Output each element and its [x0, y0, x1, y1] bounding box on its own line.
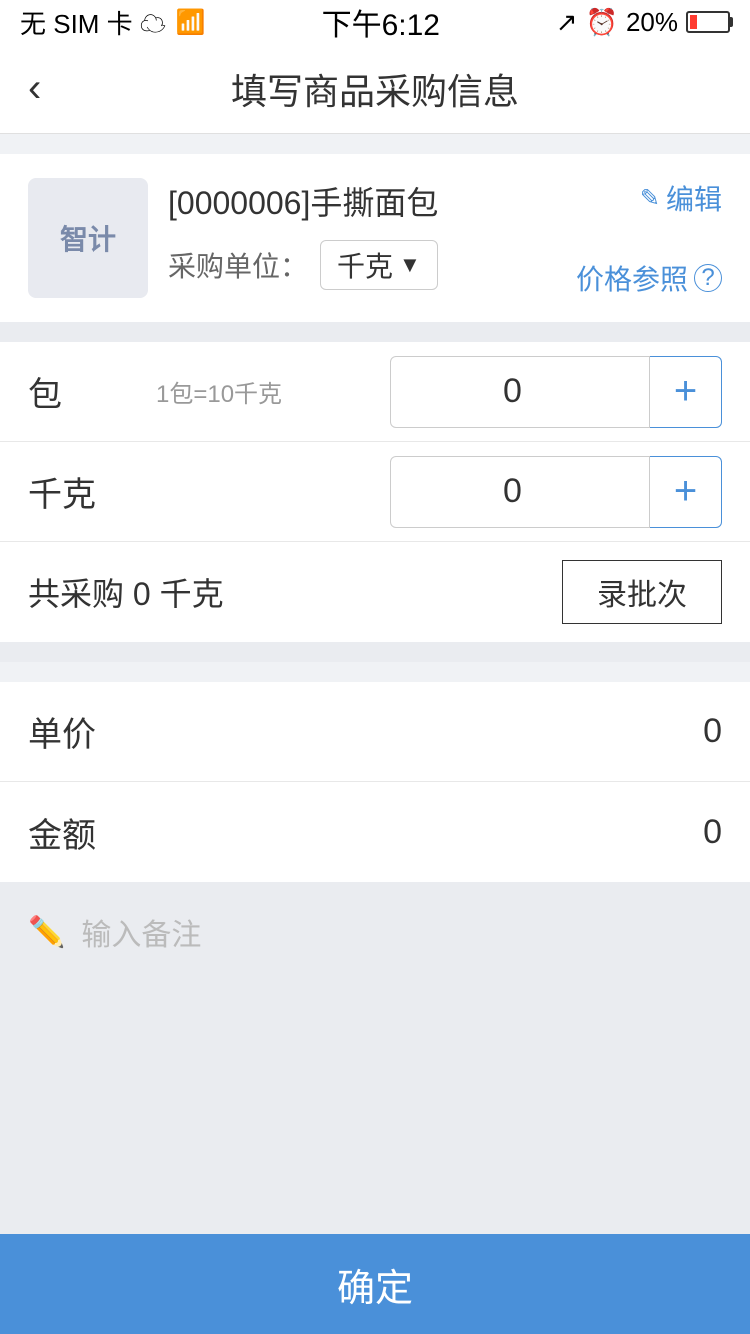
bag-input-row: 包 1包=10千克 + [0, 342, 750, 442]
price-ref-button[interactable]: 价格参照 ? [576, 258, 722, 298]
battery-icon [686, 11, 730, 33]
summary-row: 共采购 0 千克 录批次 [0, 542, 750, 642]
product-logo: 智计 [60, 218, 116, 258]
product-card: 智计 [0000006]手撕面包 采购单位： 千克 ▼ ✎ 编辑 价格参照 ? [0, 154, 750, 322]
bag-input-right: + [390, 356, 722, 428]
kg-input-right: + [390, 456, 722, 528]
kg-plus-button[interactable]: + [650, 456, 722, 528]
wifi-icon: 📶 [176, 8, 206, 37]
amount-row: 金额 0 [0, 782, 750, 882]
bag-label: 包 [28, 367, 148, 416]
status-right: ↗ ⏰ 20% [556, 7, 730, 38]
bag-quantity-input[interactable] [390, 356, 650, 428]
bag-sublabel: 1包=10千克 [156, 374, 282, 409]
unit-price-row: 单价 0 [0, 682, 750, 782]
status-bar: 无 SIM 卡 ☁ 📶 下午6:12 ↗ ⏰ 20% [0, 0, 750, 44]
purchase-unit-label: 采购单位： [168, 245, 308, 285]
kg-quantity-input[interactable] [390, 456, 650, 528]
amount-value: 0 [703, 813, 722, 852]
status-left: 无 SIM 卡 ☁ 📶 [20, 4, 206, 41]
kg-input-row: 千克 + [0, 442, 750, 542]
edit-label: 编辑 [666, 178, 722, 218]
bag-plus-button[interactable]: + [650, 356, 722, 428]
unit-price-value: 0 [703, 712, 722, 751]
location-icon: ↗ [556, 7, 578, 38]
battery-percent: 20% [626, 7, 678, 38]
nav-bar: ‹ 填写商品采购信息 [0, 44, 750, 134]
summary-text: 共采购 0 千克 [28, 569, 224, 615]
amount-label: 金额 [28, 808, 96, 857]
pencil-icon: ✏️ [28, 915, 65, 950]
remark-section[interactable]: ✏️ 输入备注 [0, 882, 750, 982]
page-title: 填写商品采购信息 [231, 63, 519, 115]
no-sim-text: 无 SIM 卡 ☁ [20, 4, 166, 41]
kg-label: 千克 [28, 467, 148, 516]
unit-select[interactable]: 千克 ▼ [320, 240, 438, 290]
section-divider-2 [0, 642, 750, 662]
record-batch-button[interactable]: 录批次 [562, 560, 722, 624]
edit-button[interactable]: ✎ 编辑 [640, 178, 722, 218]
chevron-down-icon: ▼ [399, 252, 421, 278]
unit-price-label: 单价 [28, 707, 96, 756]
edit-icon: ✎ [640, 184, 660, 213]
product-image: 智计 [28, 178, 148, 298]
back-button[interactable]: ‹ [28, 66, 41, 111]
price-info-section: 单价 0 金额 0 [0, 682, 750, 882]
info-icon: ? [694, 264, 722, 292]
confirm-button[interactable]: 确定 [0, 1234, 750, 1334]
unit-value: 千克 [337, 245, 393, 285]
input-section: 包 1包=10千克 + 千克 + [0, 342, 750, 542]
remark-placeholder: 输入备注 [81, 910, 201, 954]
section-divider-1 [0, 322, 750, 342]
alarm-icon: ⏰ [586, 7, 618, 38]
status-time: 下午6:12 [322, 0, 440, 44]
price-ref-label: 价格参照 [576, 258, 688, 298]
